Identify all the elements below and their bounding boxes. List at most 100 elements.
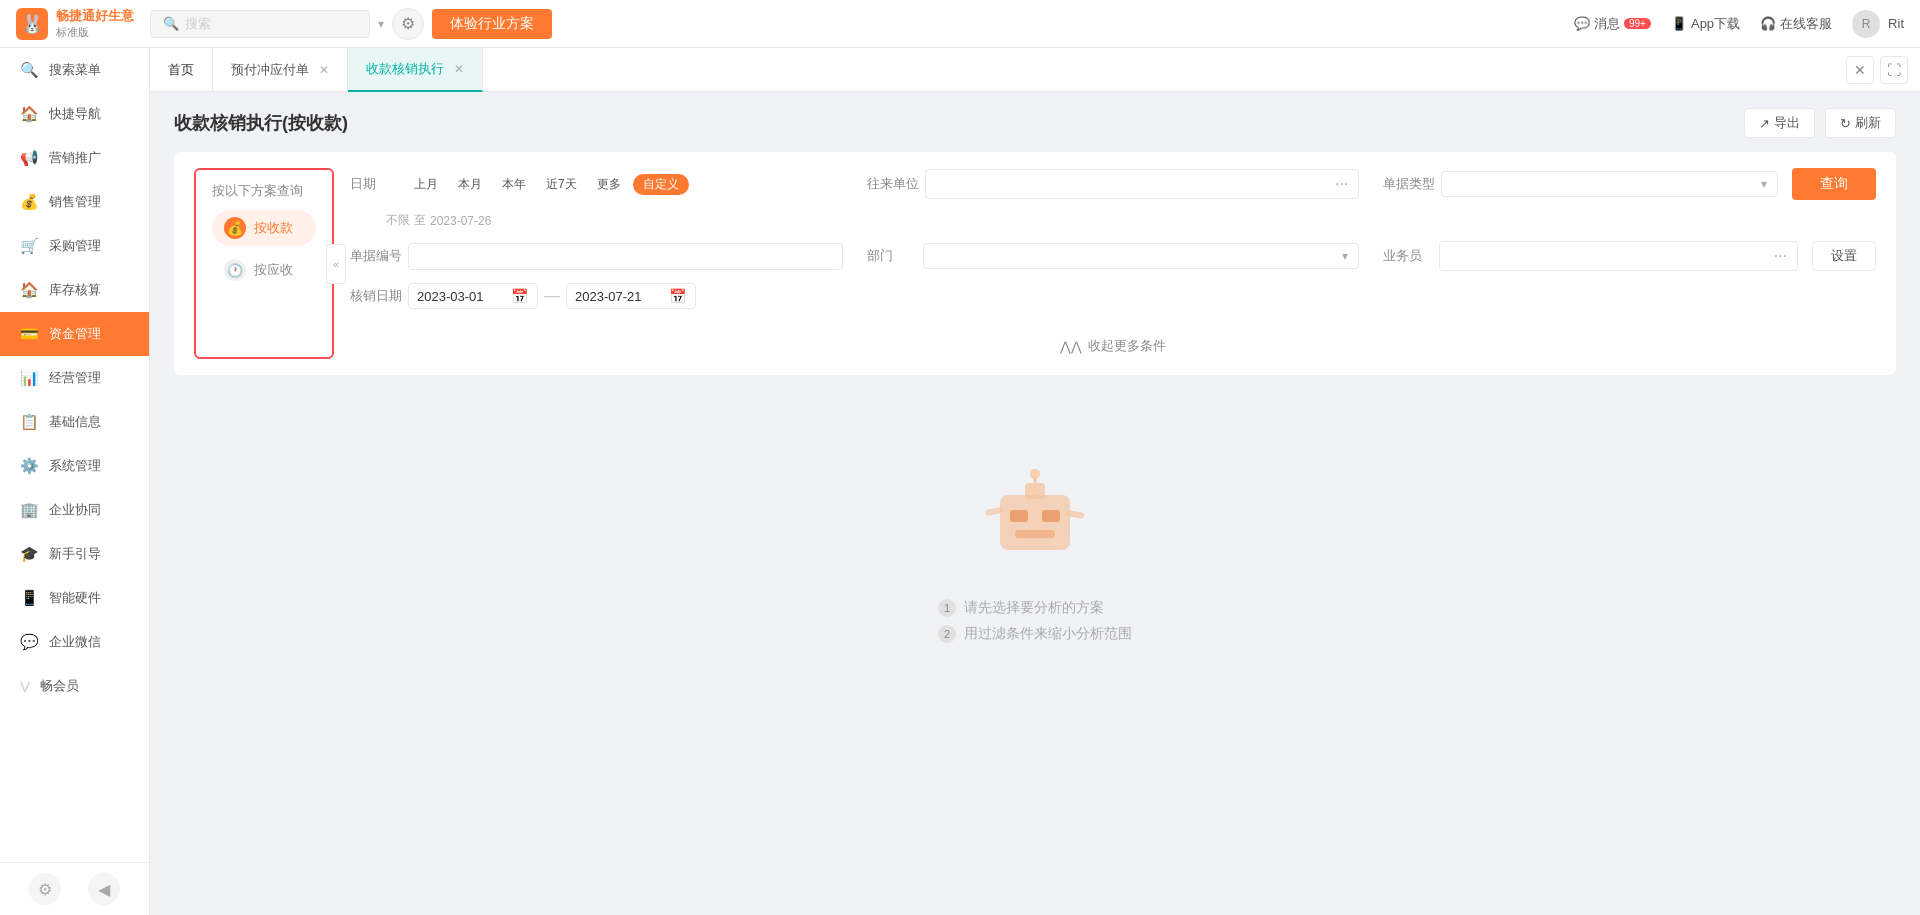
- export-btn[interactable]: ↗ 导出: [1744, 108, 1815, 138]
- verify-start-calendar-icon[interactable]: 📅: [511, 288, 528, 304]
- app-logo: 🐰 畅捷通好生意 标准版: [16, 7, 134, 40]
- sidebar-item-inventory[interactable]: 🏠 库存核算: [0, 268, 149, 312]
- sidebar-settings-btn[interactable]: ⚙: [29, 873, 61, 905]
- date-this-month[interactable]: 本月: [450, 174, 490, 195]
- sidebar-item-enterprise[interactable]: 🏢 企业协同: [0, 488, 149, 532]
- filter-panel-label: 按以下方案查询: [212, 182, 316, 200]
- svg-rect-0: [1000, 495, 1070, 550]
- dept-select[interactable]: ▾: [923, 243, 1360, 269]
- sidebar-collapse-btn[interactable]: ◀: [88, 873, 120, 905]
- query-btn[interactable]: 查询: [1792, 168, 1876, 200]
- tab-prepay[interactable]: 预付冲应付单 ✕: [213, 48, 348, 92]
- main-layout: 🔍 搜索菜单 🏠 快捷导航 📢 营销推广 💰 销售管理 🛒 采购管理 🏠 库存核…: [0, 48, 1920, 915]
- filter-row-2: 单据编号 部门 ▾: [350, 241, 1876, 271]
- sidebar-label-basic-info: 基础信息: [49, 413, 101, 431]
- date-custom[interactable]: 自定义: [633, 174, 689, 195]
- search-menu-icon: 🔍: [20, 61, 39, 79]
- date-sub-row: 不限 至 2023-07-26: [386, 212, 1876, 229]
- date-dash: —: [544, 287, 560, 305]
- tab-bar-actions: ✕ ⛶: [1846, 56, 1920, 84]
- staff-dots-icon[interactable]: ···: [1774, 247, 1787, 265]
- sidebar-label-wechat: 企业微信: [49, 633, 101, 651]
- sidebar-item-system[interactable]: ⚙️ 系统管理: [0, 444, 149, 488]
- verify-end-date-value[interactable]: [575, 289, 665, 304]
- counterparty-input[interactable]: ···: [925, 169, 1360, 199]
- online-service-label: 在线客服: [1780, 15, 1832, 33]
- sidebar-item-purchase[interactable]: 🛒 采购管理: [0, 224, 149, 268]
- sidebar-item-finance[interactable]: 💳 资金管理: [0, 312, 149, 356]
- system-icon: ⚙️: [20, 457, 39, 475]
- message-label: 消息: [1594, 15, 1620, 33]
- tab-receive[interactable]: 收款核销执行 ✕: [348, 48, 483, 92]
- online-service-btn[interactable]: 🎧 在线客服: [1760, 15, 1832, 33]
- staff-input[interactable]: ···: [1439, 241, 1798, 271]
- sidebar-label-finance: 资金管理: [49, 325, 101, 343]
- sidebar-item-marketing[interactable]: 📢 营销推广: [0, 136, 149, 180]
- sidebar-label-quick-nav: 快捷导航: [49, 105, 101, 123]
- doctype-select[interactable]: ▾: [1441, 171, 1778, 197]
- date-last-7-days[interactable]: 近7天: [538, 174, 585, 195]
- sidebar-item-wechat[interactable]: 💬 企业微信: [0, 620, 149, 664]
- empty-tip-2: 2 用过滤条件来缩小分析范围: [938, 625, 1132, 643]
- receipt-option-icon: 💰: [224, 217, 246, 239]
- content-area: 首页 预付冲应付单 ✕ 收款核销执行 ✕ ✕ ⛶ 收款核销执行(按收款): [150, 48, 1920, 915]
- sidebar-item-vip[interactable]: V 畅会员: [0, 664, 149, 708]
- sidebar-item-quick-nav[interactable]: 🏠 快捷导航: [0, 92, 149, 136]
- verify-end-date-input[interactable]: 📅: [566, 283, 696, 309]
- export-icon: ↗: [1759, 116, 1770, 131]
- dept-label: 部门: [867, 247, 917, 265]
- refresh-btn[interactable]: ↻ 刷新: [1825, 108, 1896, 138]
- date-this-year[interactable]: 本年: [494, 174, 534, 195]
- tab-receive-close[interactable]: ✕: [454, 62, 464, 76]
- app-name: 畅捷通好生意: [56, 7, 134, 25]
- voucher-no-input[interactable]: [408, 243, 843, 270]
- verify-start-date-value[interactable]: [417, 289, 507, 304]
- date-more[interactable]: 更多: [589, 174, 629, 195]
- app-download-btn[interactable]: 📱 App下载: [1671, 15, 1740, 33]
- chevron-down-icon[interactable]: ▾: [378, 17, 384, 31]
- enterprise-icon: 🏢: [20, 501, 39, 519]
- filter-collapse-btn[interactable]: «: [326, 244, 346, 284]
- doctype-field: 单据类型 ▾ 查询: [1383, 168, 1876, 200]
- verify-end-calendar-icon[interactable]: 📅: [669, 288, 686, 304]
- top-bar-right: 💬 消息 99+ 📱 App下载 🎧 在线客服 R Rit: [1574, 10, 1904, 38]
- wechat-icon: 💬: [20, 633, 39, 651]
- tab-prepay-close[interactable]: ✕: [319, 63, 329, 77]
- counterparty-dots-icon[interactable]: ···: [1335, 175, 1348, 193]
- collapse-more-row: ⋀⋀ 收起更多条件: [350, 321, 1876, 359]
- settings-gear-btn[interactable]: ⚙: [392, 8, 424, 40]
- sidebar-item-guide[interactable]: 🎓 新手引导: [0, 532, 149, 576]
- purchase-icon: 🛒: [20, 237, 39, 255]
- date-last-month[interactable]: 上月: [406, 174, 446, 195]
- collapse-more-label: 收起更多条件: [1088, 337, 1166, 355]
- sidebar-item-hardware[interactable]: 📱 智能硬件: [0, 576, 149, 620]
- guide-icon: 🎓: [20, 545, 39, 563]
- empty-robot-illustration: [975, 455, 1095, 575]
- headset-icon: 🎧: [1760, 16, 1776, 31]
- industry-solution-btn[interactable]: 体验行业方案: [432, 9, 552, 39]
- setting-btn[interactable]: 设置: [1812, 241, 1876, 271]
- search-placeholder: 搜索: [185, 15, 211, 33]
- message-btn[interactable]: 💬 消息 99+: [1574, 15, 1651, 33]
- tab-home[interactable]: 首页: [150, 48, 213, 92]
- page-title: 收款核销执行(按收款): [174, 111, 348, 135]
- verify-date-row: 核销日期 📅 — 📅: [350, 283, 1876, 309]
- tab-receive-label: 收款核销执行: [366, 60, 444, 78]
- tab-close-all-btn[interactable]: ✕: [1846, 56, 1874, 84]
- doctype-label: 单据类型: [1383, 175, 1435, 193]
- sidebar-item-operations[interactable]: 📊 经营管理: [0, 356, 149, 400]
- verify-start-date-input[interactable]: 📅: [408, 283, 538, 309]
- receivable-option-icon: 🕐: [224, 259, 246, 281]
- sidebar-item-search-menu[interactable]: 🔍 搜索菜单: [0, 48, 149, 92]
- tab-maximize-btn[interactable]: ⛶: [1880, 56, 1908, 84]
- filter-by-receivable[interactable]: 🕐 按应收: [212, 252, 316, 288]
- empty-state: 1 请先选择要分析的方案 2 用过滤条件来缩小分析范围: [174, 375, 1896, 683]
- date-field: 日期 上月 本月 本年 近7天 更多 自定义: [350, 174, 843, 195]
- sidebar-item-sales[interactable]: 💰 销售管理: [0, 180, 149, 224]
- filter-by-receipt[interactable]: 💰 按收款: [212, 210, 316, 246]
- search-bar[interactable]: 🔍 搜索: [150, 10, 370, 38]
- sidebar-item-basic-info[interactable]: 📋 基础信息: [0, 400, 149, 444]
- svg-rect-2: [1042, 510, 1060, 522]
- sidebar-bottom: ⚙ ◀: [0, 862, 149, 915]
- collapse-more-btn[interactable]: ⋀⋀ 收起更多条件: [1060, 329, 1166, 359]
